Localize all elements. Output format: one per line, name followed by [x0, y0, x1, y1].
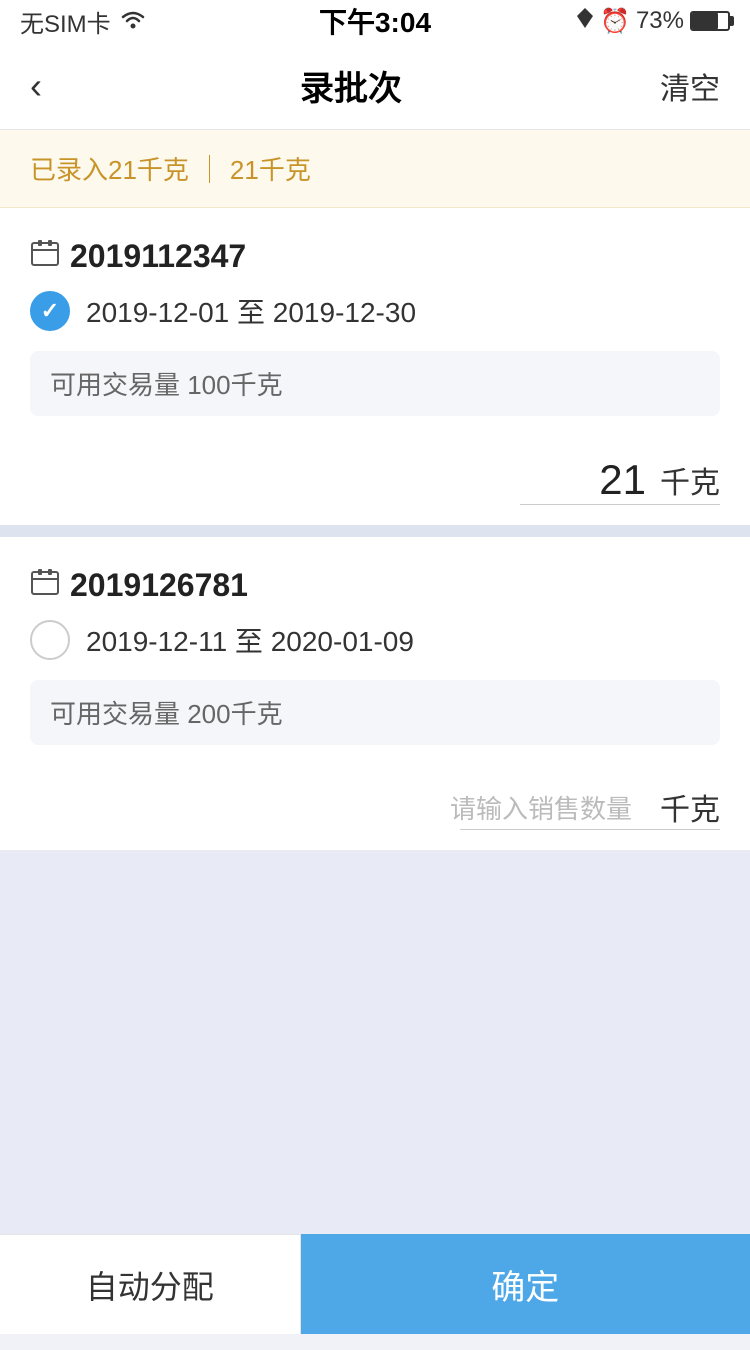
batch2-unit: 千克	[660, 785, 720, 829]
batch1-qty-number: 21	[599, 456, 646, 504]
batch1-radio[interactable]: ✓	[30, 291, 70, 331]
batch2-date-row[interactable]: 2019-12-11 至 2020-01-09	[30, 620, 720, 660]
carrier-text: 无SIM卡	[20, 4, 111, 39]
batch-item-1: 2019112347 ✓ 2019-12-01 至 2019-12-30 可用交…	[0, 208, 750, 525]
summary-label: 已录入21千克	[30, 150, 189, 187]
back-button[interactable]: ‹	[30, 65, 42, 107]
section-divider	[0, 525, 750, 537]
summary-bar: 已录入21千克 21千克	[0, 130, 750, 208]
batch2-input-placeholder: 请输入销售数量	[450, 789, 632, 826]
batch1-check-icon: ✓	[41, 298, 59, 324]
battery-pct: 73%	[636, 7, 684, 35]
summary-value: 21千克	[230, 150, 311, 187]
confirm-button[interactable]: 确定	[301, 1234, 750, 1334]
empty-area	[0, 850, 750, 1250]
auto-distribute-button[interactable]: 自动分配	[0, 1234, 301, 1334]
location-icon	[576, 7, 594, 36]
summary-divider	[209, 155, 210, 183]
batch1-qty-line	[520, 504, 720, 505]
wifi-icon	[119, 7, 147, 36]
batch2-avail: 可用交易量 200千克	[50, 699, 283, 729]
status-left: 无SIM卡	[20, 4, 147, 39]
batch1-number: 2019112347	[70, 238, 246, 275]
batch2-header: 2019126781	[30, 567, 720, 604]
bottom-bar: 自动分配 确定	[0, 1234, 750, 1334]
page-title: 录批次	[300, 61, 402, 110]
batch1-avail-box: 可用交易量 100千克	[30, 351, 720, 416]
batch1-qty-unit: 千克	[660, 458, 720, 502]
batch2-number: 2019126781	[70, 567, 248, 604]
status-bar: 无SIM卡 下午3:04 ⏰ 73%	[0, 0, 750, 42]
batch2-underline-row	[0, 829, 750, 850]
nav-bar: ‹ 录批次 清空	[0, 42, 750, 130]
battery-icon	[690, 11, 730, 31]
batch1-date: 2019-12-01 至 2019-12-30	[86, 291, 416, 331]
batch2-input-line	[460, 829, 720, 830]
batch2-icon	[30, 568, 60, 604]
batch1-qty-wrapper: 21 千克	[0, 436, 750, 504]
batch-item-2: 2019126781 2019-12-11 至 2020-01-09 可用交易量…	[0, 537, 750, 850]
alarm-icon: ⏰	[600, 7, 630, 36]
batch2-radio[interactable]	[30, 620, 70, 660]
batch1-header: 2019112347	[30, 238, 720, 275]
clear-button[interactable]: 清空	[660, 64, 720, 108]
status-time: 下午3:04	[319, 1, 431, 41]
status-right: ⏰ 73%	[576, 7, 730, 36]
batch1-avail: 可用交易量 100千克	[50, 370, 283, 400]
batch1-icon	[30, 239, 60, 275]
batch2-date: 2019-12-11 至 2020-01-09	[86, 620, 414, 660]
batch2-avail-box: 可用交易量 200千克	[30, 680, 720, 745]
batch1-underline-row	[0, 504, 750, 525]
batch2-input-row[interactable]: 请输入销售数量 千克	[0, 765, 750, 829]
batch1-date-row[interactable]: ✓ 2019-12-01 至 2019-12-30	[30, 291, 720, 331]
